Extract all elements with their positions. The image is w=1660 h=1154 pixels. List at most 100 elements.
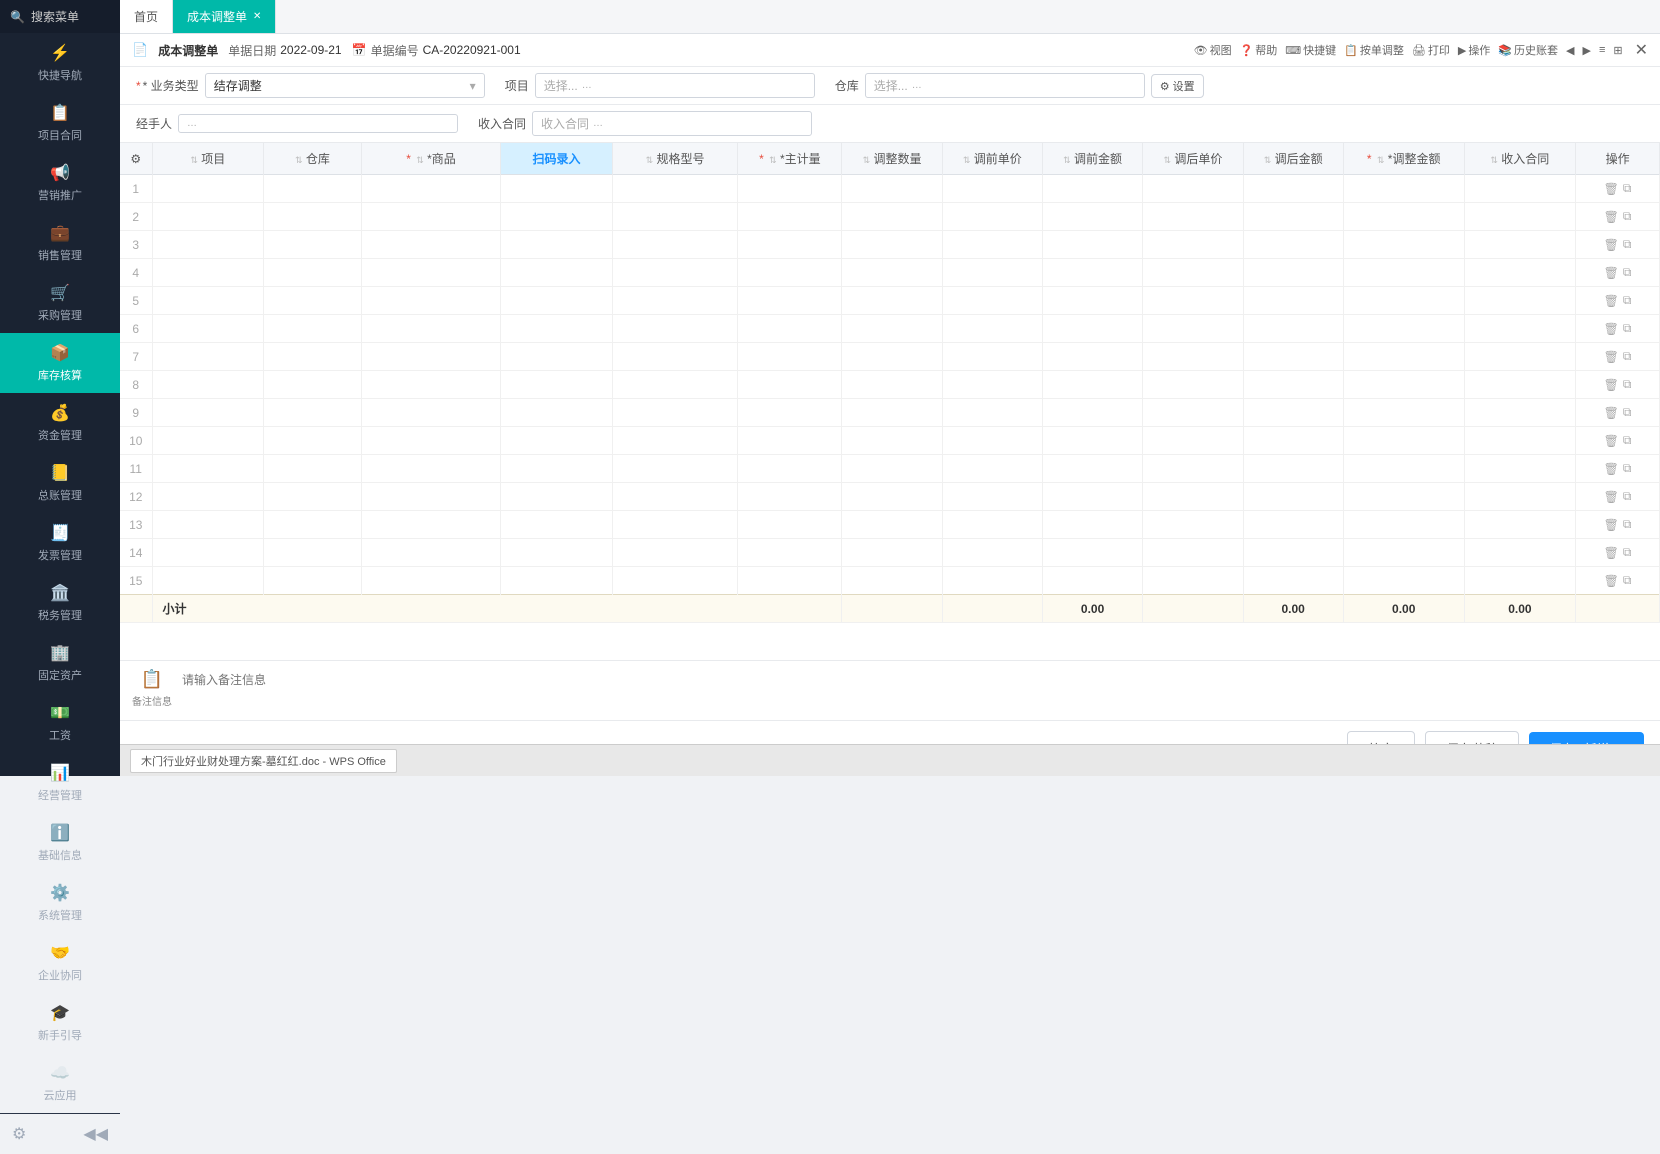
row-adj-qty[interactable] bbox=[842, 231, 942, 259]
sidebar-item-biz-mgmt[interactable]: 📊 经营管理 bbox=[0, 753, 120, 813]
row-spec[interactable] bbox=[612, 427, 738, 455]
row-income[interactable] bbox=[1464, 455, 1576, 483]
row-adj-qty[interactable] bbox=[842, 483, 942, 511]
row-project[interactable] bbox=[152, 567, 264, 595]
row-goods[interactable] bbox=[361, 287, 501, 315]
row-warehouse[interactable] bbox=[264, 427, 362, 455]
row-warehouse[interactable] bbox=[264, 231, 362, 259]
row-project[interactable] bbox=[152, 511, 264, 539]
row-unit[interactable] bbox=[738, 315, 842, 343]
sidebar-item-enterprise[interactable]: 🤝 企业协同 bbox=[0, 933, 120, 993]
row-post-amt[interactable] bbox=[1243, 343, 1343, 371]
form-close-button[interactable]: ✕ bbox=[1635, 40, 1648, 60]
sidebar-item-project-contract[interactable]: 📋 项目合同 bbox=[0, 93, 120, 153]
row-pre-amt[interactable] bbox=[1042, 539, 1142, 567]
th-pre-amt[interactable]: ⇅ 调前金额 bbox=[1042, 143, 1142, 175]
row-goods[interactable] bbox=[361, 511, 501, 539]
row-delete-icon[interactable]: 🗑 bbox=[1604, 406, 1619, 420]
row-unit[interactable] bbox=[738, 399, 842, 427]
row-adj-qty[interactable] bbox=[842, 455, 942, 483]
row-goods[interactable] bbox=[361, 343, 501, 371]
row-post-amt[interactable] bbox=[1243, 427, 1343, 455]
row-pre-amt[interactable] bbox=[1042, 343, 1142, 371]
toolbar-operate[interactable]: ▶ 操作 bbox=[1458, 42, 1490, 58]
th-post-price[interactable]: ⇅ 调后单价 bbox=[1143, 143, 1243, 175]
row-spec[interactable] bbox=[612, 315, 738, 343]
row-adj-amt[interactable] bbox=[1343, 203, 1464, 231]
row-delete-icon[interactable]: 🗑 bbox=[1604, 294, 1619, 308]
row-copy-icon[interactable]: ⧉ bbox=[1623, 489, 1632, 504]
sidebar-item-ledger-mgmt[interactable]: 📒 总账管理 bbox=[0, 453, 120, 513]
row-delete-icon[interactable]: 🗑 bbox=[1604, 518, 1619, 532]
row-unit[interactable] bbox=[738, 231, 842, 259]
row-adj-qty[interactable] bbox=[842, 399, 942, 427]
row-unit[interactable] bbox=[738, 175, 842, 203]
row-spec[interactable] bbox=[612, 203, 738, 231]
row-spec[interactable] bbox=[612, 231, 738, 259]
row-post-amt[interactable] bbox=[1243, 371, 1343, 399]
th-pre-price[interactable]: ⇅ 调前单价 bbox=[942, 143, 1042, 175]
toolbar-nav-next[interactable]: ▶ bbox=[1582, 44, 1590, 57]
row-goods[interactable] bbox=[361, 175, 501, 203]
row-spec[interactable] bbox=[612, 455, 738, 483]
row-goods[interactable] bbox=[361, 259, 501, 287]
row-warehouse[interactable] bbox=[264, 567, 362, 595]
row-pre-amt[interactable] bbox=[1042, 427, 1142, 455]
row-delete-icon[interactable]: 🗑 bbox=[1604, 238, 1619, 252]
row-goods[interactable] bbox=[361, 567, 501, 595]
row-spec[interactable] bbox=[612, 511, 738, 539]
warehouse-input[interactable]: 选择... … bbox=[865, 73, 1145, 98]
row-income[interactable] bbox=[1464, 371, 1576, 399]
row-spec[interactable] bbox=[612, 399, 738, 427]
sidebar-item-purchase-mgmt[interactable]: 🛒 采购管理 bbox=[0, 273, 120, 333]
th-post-amt[interactable]: ⇅ 调后金额 bbox=[1243, 143, 1343, 175]
row-income[interactable] bbox=[1464, 231, 1576, 259]
sidebar-item-new-guide[interactable]: 🎓 新手引导 bbox=[0, 993, 120, 1053]
row-warehouse[interactable] bbox=[264, 343, 362, 371]
row-post-price[interactable] bbox=[1143, 287, 1243, 315]
sidebar-item-capital-mgmt[interactable]: 💰 资金管理 bbox=[0, 393, 120, 453]
toolbar-list-view1[interactable]: ≡ bbox=[1599, 44, 1605, 56]
row-delete-icon[interactable]: 🗑 bbox=[1604, 210, 1619, 224]
note-input[interactable] bbox=[182, 669, 1648, 691]
taskbar-item[interactable]: 木门行业好业财处理方案-墓红红.doc - WPS Office bbox=[130, 749, 397, 773]
row-goods[interactable] bbox=[361, 455, 501, 483]
row-project[interactable] bbox=[152, 455, 264, 483]
row-adj-amt[interactable] bbox=[1343, 175, 1464, 203]
row-project[interactable] bbox=[152, 343, 264, 371]
row-pre-price[interactable] bbox=[942, 203, 1042, 231]
biz-type-input[interactable]: 结存调整 ▾ bbox=[205, 73, 485, 98]
row-spec[interactable] bbox=[612, 287, 738, 315]
row-copy-icon[interactable]: ⧉ bbox=[1623, 461, 1632, 476]
row-spec[interactable] bbox=[612, 343, 738, 371]
row-copy-icon[interactable]: ⧉ bbox=[1623, 405, 1632, 420]
toolbar-history[interactable]: 📚 历史账套 bbox=[1498, 42, 1558, 58]
settings-icon[interactable]: ⚙ bbox=[12, 1124, 26, 1144]
row-copy-icon[interactable]: ⧉ bbox=[1623, 349, 1632, 364]
row-delete-icon[interactable]: 🗑 bbox=[1604, 574, 1619, 588]
row-delete-icon[interactable]: 🗑 bbox=[1604, 462, 1619, 476]
row-warehouse[interactable] bbox=[264, 455, 362, 483]
sidebar-item-quick-nav[interactable]: ⚡ 快捷导航 bbox=[0, 33, 120, 93]
toolbar-print[interactable]: 🖨 打印 bbox=[1412, 42, 1450, 58]
row-adj-qty[interactable] bbox=[842, 511, 942, 539]
row-pre-price[interactable] bbox=[942, 343, 1042, 371]
tab-close-icon[interactable]: ✕ bbox=[253, 11, 261, 22]
row-delete-icon[interactable]: 🗑 bbox=[1604, 266, 1619, 280]
th-adj-qty[interactable]: ⇅ 调整数量 bbox=[842, 143, 942, 175]
row-unit[interactable] bbox=[738, 483, 842, 511]
row-pre-amt[interactable] bbox=[1042, 203, 1142, 231]
row-pre-amt[interactable] bbox=[1042, 371, 1142, 399]
row-post-amt[interactable] bbox=[1243, 287, 1343, 315]
row-copy-icon[interactable]: ⧉ bbox=[1623, 321, 1632, 336]
row-scan[interactable] bbox=[501, 483, 613, 511]
project-input[interactable]: 选择... … bbox=[535, 73, 815, 98]
row-copy-icon[interactable]: ⧉ bbox=[1623, 433, 1632, 448]
row-project[interactable] bbox=[152, 175, 264, 203]
row-unit[interactable] bbox=[738, 539, 842, 567]
toolbar-view[interactable]: 👁 视图 bbox=[1194, 42, 1232, 58]
row-warehouse[interactable] bbox=[264, 483, 362, 511]
row-adj-amt[interactable] bbox=[1343, 539, 1464, 567]
row-pre-price[interactable] bbox=[942, 539, 1042, 567]
row-scan[interactable] bbox=[501, 315, 613, 343]
